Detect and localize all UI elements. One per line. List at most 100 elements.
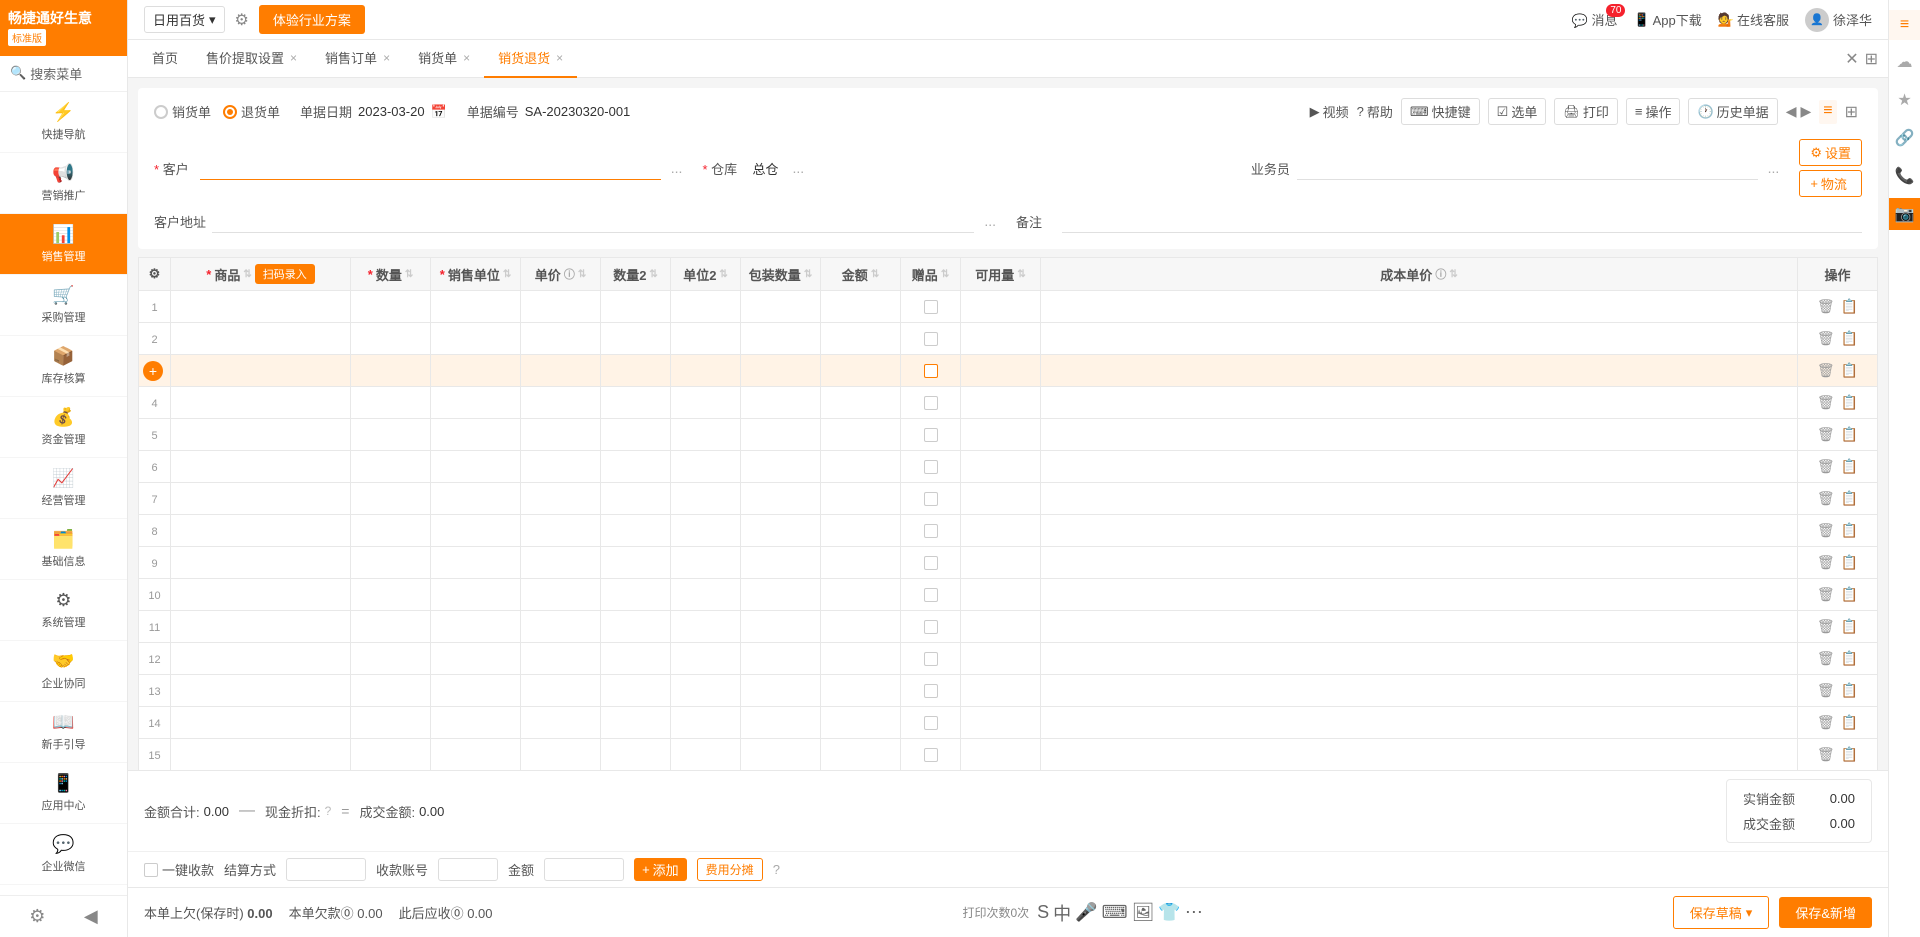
gift-checkbox[interactable] <box>924 364 938 378</box>
maximize-icon[interactable]: ⊞ <box>1865 49 1878 69</box>
packqty-cell[interactable] <box>741 323 821 355</box>
user-menu[interactable]: 👤 徐泽华 <box>1805 8 1872 32</box>
address-ellipsis-btn[interactable]: ... <box>980 213 1000 229</box>
grid-view-icon[interactable]: ⊞ <box>1841 100 1862 124</box>
amount-input[interactable] <box>544 858 624 881</box>
qty-cell[interactable] <box>351 291 431 323</box>
salesman-ellipsis-btn[interactable]: ... <box>1764 160 1784 176</box>
copy-icon[interactable]: 📋 <box>1841 586 1858 603</box>
customer-input[interactable] <box>200 156 661 180</box>
tab-sales-order[interactable]: 销售订单 × <box>311 40 404 78</box>
sort-icon[interactable]: ⇅ <box>804 269 812 280</box>
delete-icon[interactable]: 🗑 <box>1817 714 1835 731</box>
qty2-cell[interactable] <box>601 323 671 355</box>
sidebar-item-wechat[interactable]: 💬 企业微信 <box>0 824 127 885</box>
copy-icon[interactable]: 📋 <box>1841 298 1858 315</box>
sidebar-item-marketing[interactable]: 📢 营销推广 <box>0 153 127 214</box>
radio-return[interactable]: 退货单 <box>223 102 280 121</box>
sort-icon[interactable]: ⇅ <box>941 269 949 280</box>
gift-checkbox[interactable] <box>924 396 938 410</box>
tool-s-icon[interactable]: S <box>1037 902 1049 923</box>
copy-icon[interactable]: 📋 <box>1841 746 1858 763</box>
fee-split-btn[interactable]: 费用分摊 <box>697 858 763 881</box>
copy-icon[interactable]: 📋 <box>1841 682 1858 699</box>
delete-icon[interactable]: 🗑 <box>1817 522 1835 539</box>
one-click-pay-checkbox[interactable]: 一键收款 <box>144 860 214 879</box>
history-btn[interactable]: 🕐 历史单据 <box>1688 98 1777 125</box>
sidebar-collapse-icon[interactable]: ◀ <box>84 906 98 927</box>
sort-icon[interactable]: ⇅ <box>578 269 586 280</box>
online-service-btn[interactable]: 💁 在线客服 <box>1718 10 1789 29</box>
gear-icon[interactable]: ⚙ <box>149 266 161 282</box>
unitprice-cell[interactable] <box>521 323 601 355</box>
packqty-cell[interactable] <box>741 291 821 323</box>
unit2-cell[interactable] <box>671 323 741 355</box>
sidebar-item-guide[interactable]: 📖 新手引导 <box>0 702 127 763</box>
scan-input-btn[interactable]: 扫码录入 <box>255 264 315 284</box>
fee-help-icon[interactable]: ? <box>773 862 780 877</box>
costprice-cell[interactable] <box>1041 323 1798 355</box>
account-input[interactable] <box>438 858 498 881</box>
delete-icon[interactable]: 🗑 <box>1817 746 1835 763</box>
sidebar-item-enterprise[interactable]: 🤝 企业协同 <box>0 641 127 702</box>
gift-checkbox[interactable] <box>924 300 938 314</box>
delete-icon[interactable]: 🗑 <box>1817 554 1835 571</box>
saleunit-cell[interactable] <box>431 291 521 323</box>
product-cell[interactable] <box>171 355 351 387</box>
message-btn[interactable]: 💬 消息 70 <box>1572 10 1618 29</box>
sort-icon[interactable]: ⇅ <box>719 269 727 280</box>
chevron-down-icon[interactable]: ▾ <box>1746 905 1753 921</box>
list-view-icon[interactable]: ≡ <box>1819 100 1836 124</box>
sort-icon[interactable]: ⇅ <box>405 269 413 280</box>
available-cell[interactable] <box>961 355 1041 387</box>
product-input[interactable] <box>175 363 346 378</box>
calendar-icon[interactable]: 📅 <box>431 104 447 120</box>
help-btn[interactable]: ? 帮助 <box>1357 102 1393 121</box>
saleunit-cell[interactable] <box>431 323 521 355</box>
add-payment-btn[interactable]: + 添加 <box>634 858 687 881</box>
copy-icon[interactable]: 📋 <box>1841 330 1858 347</box>
copy-icon[interactable]: 📋 <box>1841 650 1858 667</box>
tool-more-icon[interactable]: ⋯ <box>1185 902 1203 923</box>
available-cell[interactable] <box>961 291 1041 323</box>
salesman-input[interactable] <box>1297 156 1758 180</box>
gift-checkbox[interactable] <box>924 748 938 762</box>
copy-icon[interactable]: 📋 <box>1841 714 1858 731</box>
address-input[interactable] <box>212 209 974 233</box>
copy-icon[interactable]: 📋 <box>1841 554 1858 571</box>
delete-icon[interactable]: 🗑 <box>1817 330 1835 347</box>
right-sidebar-camera-icon[interactable]: 📷 <box>1889 198 1920 230</box>
sidebar-item-inventory[interactable]: 📦 库存核算 <box>0 336 127 397</box>
gift-checkbox[interactable] <box>924 460 938 474</box>
unit2-cell[interactable] <box>671 355 741 387</box>
gift-cell[interactable] <box>901 355 961 387</box>
tab-close-icon[interactable]: × <box>556 51 563 65</box>
delete-icon[interactable]: 🗑 <box>1817 650 1835 667</box>
save-draft-btn[interactable]: 保存草稿 ▾ <box>1673 896 1770 929</box>
copy-icon[interactable]: 📋 <box>1841 490 1858 507</box>
tool-img-icon[interactable]: 🖼 <box>1132 902 1155 923</box>
tab-close-icon[interactable]: × <box>383 51 390 65</box>
delete-icon[interactable]: 🗑 <box>1817 298 1835 315</box>
industry-select[interactable]: 日用百货 ▾ <box>144 6 225 33</box>
copy-icon[interactable]: 📋 <box>1841 522 1858 539</box>
delete-icon[interactable]: 🗑 <box>1817 490 1835 507</box>
sidebar-item-apps[interactable]: 📱 应用中心 <box>0 763 127 824</box>
right-sidebar-cloud-icon[interactable]: ☁ <box>1893 46 1917 78</box>
copy-icon[interactable]: 📋 <box>1841 362 1858 379</box>
gift-checkbox[interactable] <box>924 588 938 602</box>
radio-sale[interactable]: 销货单 <box>154 102 211 121</box>
tool-lang-icon[interactable]: 中 <box>1053 900 1071 926</box>
gift-checkbox[interactable] <box>924 652 938 666</box>
sort-icon[interactable]: ⇅ <box>649 269 657 280</box>
settlement-input[interactable] <box>286 858 366 881</box>
logistics-btn[interactable]: + 物流 <box>1799 170 1862 197</box>
tab-sales-return[interactable]: 销货退货 × <box>484 40 577 78</box>
delete-icon[interactable]: 🗑 <box>1817 682 1835 699</box>
sidebar-item-system[interactable]: ⚙ 系统管理 <box>0 580 127 641</box>
gift-cell[interactable] <box>901 291 961 323</box>
product-cell[interactable] <box>171 291 351 323</box>
qty2-cell[interactable] <box>601 355 671 387</box>
operate-btn[interactable]: ≡ 操作 <box>1626 98 1681 125</box>
print-btn[interactable]: 🖨 打印 <box>1554 98 1618 125</box>
